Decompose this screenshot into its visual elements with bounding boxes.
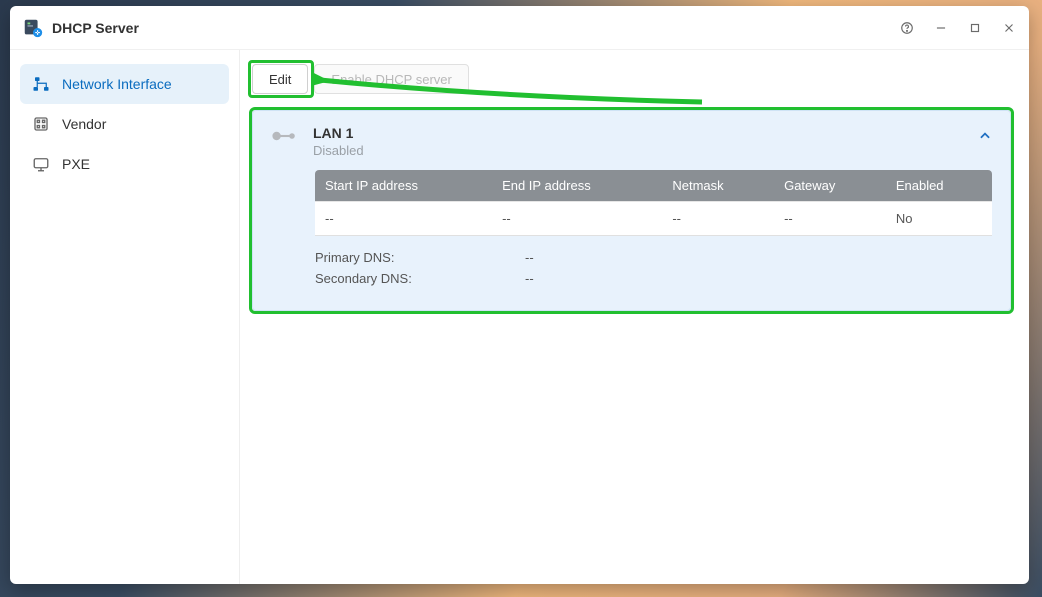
cell-gateway: -- (774, 202, 886, 236)
interface-status: Disabled (313, 143, 364, 158)
sidebar-item-pxe[interactable]: PXE (20, 144, 229, 184)
enable-dhcp-button[interactable]: Enable DHCP server (314, 64, 468, 94)
vendor-icon (32, 115, 50, 133)
address-table: Start IP address End IP address Netmask … (315, 170, 992, 236)
col-start-ip: Start IP address (315, 170, 492, 202)
secondary-dns-label: Secondary DNS: (315, 271, 515, 286)
ethernet-icon (271, 129, 299, 143)
interface-panel[interactable]: LAN 1 Disabled Start IP address End (252, 110, 1011, 311)
panel-header: LAN 1 Disabled (271, 125, 992, 158)
edit-button[interactable]: Edit (252, 64, 308, 94)
collapse-toggle[interactable] (978, 129, 992, 143)
primary-dns-label: Primary DNS: (315, 250, 515, 265)
secondary-dns-value: -- (525, 271, 534, 286)
table-header-row: Start IP address End IP address Netmask … (315, 170, 992, 202)
sidebar-item-network-interface[interactable]: Network Interface (20, 64, 229, 104)
col-gateway: Gateway (774, 170, 886, 202)
app-icon (22, 17, 44, 39)
interface-name: LAN 1 (313, 125, 364, 141)
sidebar: Network Interface Vendor PXE (10, 50, 240, 584)
close-button[interactable] (1001, 20, 1017, 36)
toolbar: Edit Enable DHCP server (252, 64, 1011, 94)
app-window: DHCP Server Network Interface (10, 6, 1029, 584)
help-button[interactable] (899, 20, 915, 36)
window-controls (899, 20, 1017, 36)
titlebar: DHCP Server (10, 6, 1029, 50)
cell-netmask: -- (662, 202, 774, 236)
secondary-dns-row: Secondary DNS: -- (315, 271, 992, 286)
col-enabled: Enabled (886, 170, 992, 202)
sidebar-item-label: PXE (62, 156, 90, 172)
col-end-ip: End IP address (492, 170, 662, 202)
sidebar-item-vendor[interactable]: Vendor (20, 104, 229, 144)
pxe-icon (32, 155, 50, 173)
table-row[interactable]: -- -- -- -- No (315, 202, 992, 236)
primary-dns-row: Primary DNS: -- (315, 250, 992, 265)
primary-dns-value: -- (525, 250, 534, 265)
window-title: DHCP Server (52, 20, 899, 36)
dns-info: Primary DNS: -- Secondary DNS: -- (315, 250, 992, 286)
col-netmask: Netmask (662, 170, 774, 202)
cell-start-ip: -- (315, 202, 492, 236)
cell-enabled: No (886, 202, 992, 236)
cell-end-ip: -- (492, 202, 662, 236)
sidebar-item-label: Network Interface (62, 76, 172, 92)
network-icon (32, 75, 50, 93)
maximize-button[interactable] (967, 20, 983, 36)
minimize-button[interactable] (933, 20, 949, 36)
content-area: Edit Enable DHCP server (240, 50, 1029, 584)
sidebar-item-label: Vendor (62, 116, 106, 132)
